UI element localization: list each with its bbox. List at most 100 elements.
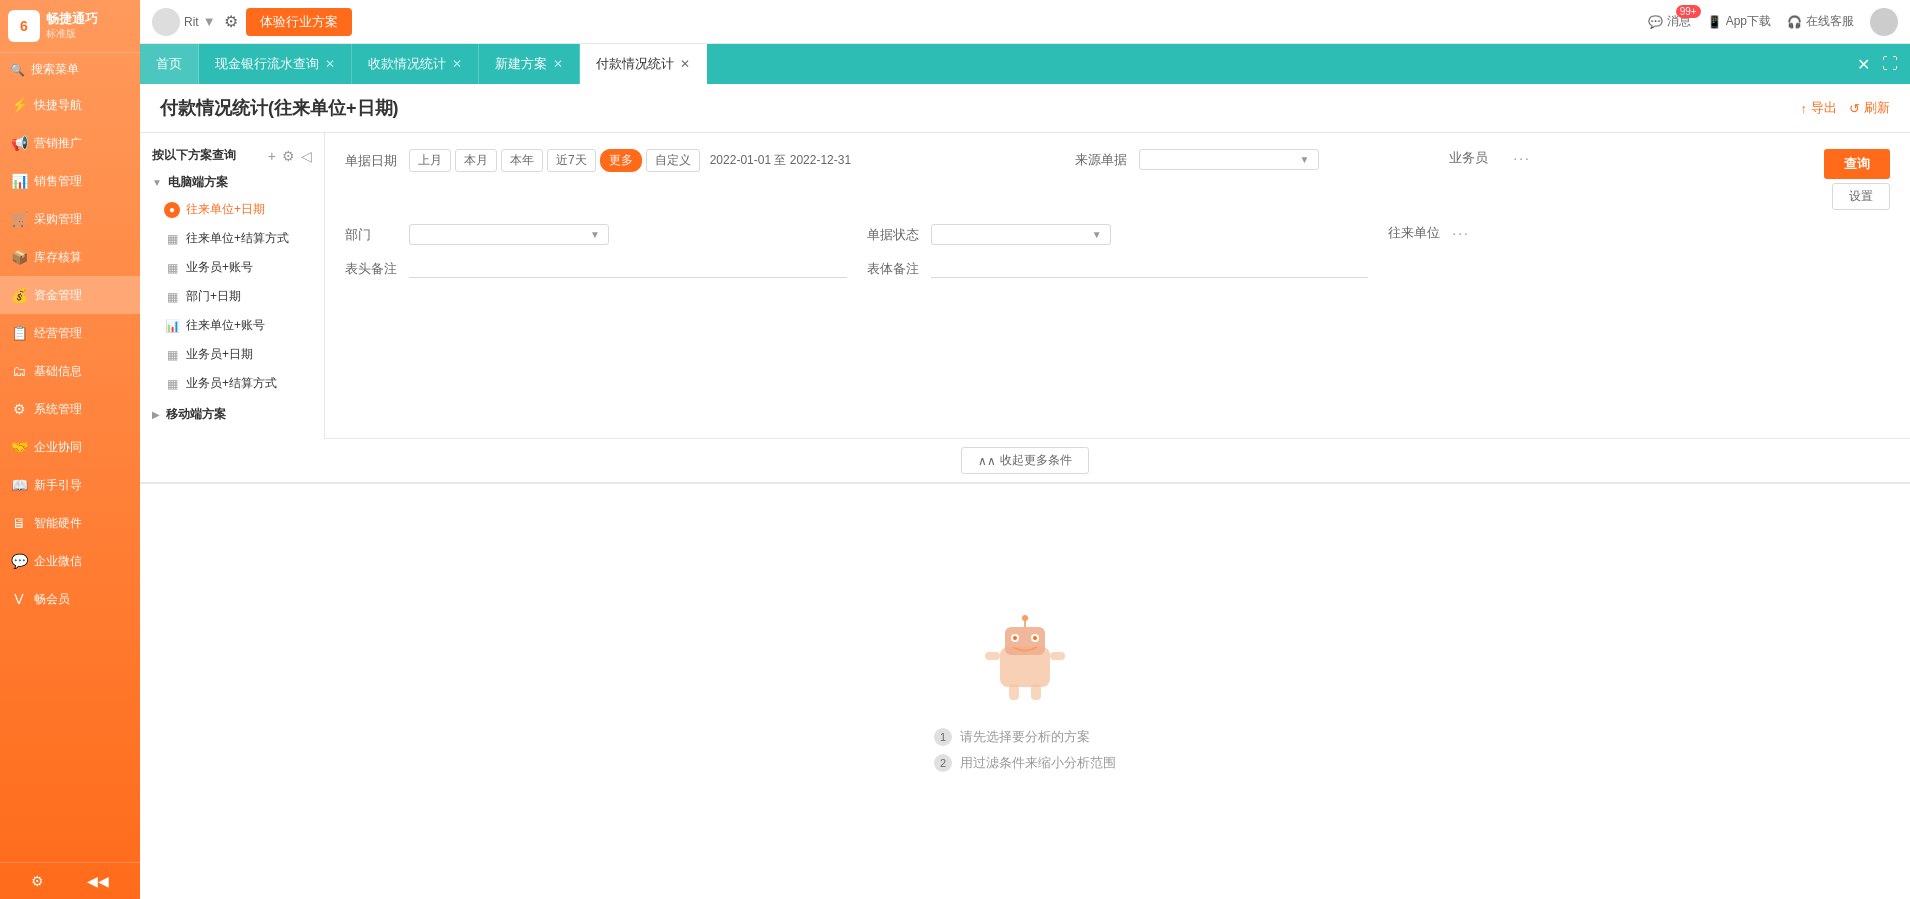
scheme-grid-icon: ▦ xyxy=(164,289,180,305)
topbar-right: 💬 消息 99+ 📱 App下载 🎧 在线客服 xyxy=(1648,8,1898,36)
tab-new-scheme[interactable]: 新建方案 ✕ xyxy=(479,44,580,84)
body-remark-input[interactable] xyxy=(931,259,1369,278)
sidebar-item-marketing[interactable]: 📢 营销推广 xyxy=(0,124,140,162)
scheme-item-1[interactable]: ▦ 往来单位+结算方式 xyxy=(140,224,324,253)
export-btn[interactable]: ↑ 导出 xyxy=(1801,99,1838,117)
scheme-group-pc-header[interactable]: ▼ 电脑端方案 xyxy=(140,170,324,195)
scheme-item-5[interactable]: ▦ 业务员+日期 xyxy=(140,340,324,369)
docstatus-label: 单据状态 xyxy=(867,226,923,244)
date-range: 2022-01-01 至 2022-12-31 xyxy=(710,152,851,169)
sidebar: 6 畅捷通巧 标准版 🔍 搜索菜单 ⚡ 快捷导航 📢 营销推广 📊 销售管理 xyxy=(0,0,140,899)
scheme-grid-icon: ▦ xyxy=(164,260,180,276)
collapse-conditions-btn[interactable]: ∧∧ 收起更多条件 xyxy=(961,447,1089,474)
filter-row-1: 单据日期 上月 本月 本年 近7天 更多 自定义 xyxy=(345,149,1890,210)
scheme-group-mobile-header[interactable]: ▶ 移动端方案 xyxy=(140,402,324,427)
system-icon: ⚙ xyxy=(10,400,28,418)
scheme-collapse-btn[interactable]: ◁ xyxy=(301,148,312,164)
sidebar-item-inventory[interactable]: 📦 库存核算 xyxy=(0,238,140,276)
refresh-btn[interactable]: ↺ 刷新 xyxy=(1849,99,1890,117)
empty-state: 1 请先选择要分析的方案 2 用过滤条件来缩小分析范围 xyxy=(140,484,1910,899)
page-title: 付款情况统计(往来单位+日期) xyxy=(160,96,399,120)
sidebar-item-sales[interactable]: 📊 销售管理 xyxy=(0,162,140,200)
svg-rect-8 xyxy=(1009,684,1019,700)
docstatus-select[interactable]: ▼ xyxy=(931,224,1111,245)
guide-icon: 📖 xyxy=(10,476,28,494)
sidebar-item-hardware[interactable]: 🖥 智能硬件 xyxy=(0,504,140,542)
body-remark-label: 表体备注 xyxy=(867,260,923,278)
date-btn-more[interactable]: 更多 xyxy=(600,149,642,172)
partner-more-icon[interactable]: ··· xyxy=(1452,225,1470,241)
dept-select[interactable]: ▼ xyxy=(409,224,609,245)
sidebar-item-purchase[interactable]: 🛒 采购管理 xyxy=(0,200,140,238)
export-icon: ↑ xyxy=(1801,101,1808,116)
message-icon: 💬 xyxy=(1648,15,1663,29)
operation-icon: 📋 xyxy=(10,324,28,342)
tab-home[interactable]: 首页 xyxy=(140,44,199,84)
filter-group: 按以下方案查询 + ⚙ ◁ ▼ 电脑端方案 xyxy=(140,133,1910,484)
sidebar-item-member[interactable]: V 畅会员 xyxy=(0,580,140,618)
sidebar-item-shortcuts[interactable]: ⚡ 快捷导航 xyxy=(0,86,140,124)
scheme-item-6[interactable]: ▦ 业务员+结算方式 xyxy=(140,369,324,398)
service-icon: 🎧 xyxy=(1787,15,1802,29)
scheme-item-3[interactable]: ▦ 部门+日期 xyxy=(140,282,324,311)
tab-close-bank[interactable]: ✕ xyxy=(325,57,335,71)
date-btn-7days[interactable]: 近7天 xyxy=(547,149,596,172)
scheme-group-mobile: ▶ 移动端方案 xyxy=(140,402,324,427)
sidebar-collapse-btn[interactable]: ◀◀ xyxy=(87,873,109,889)
dropdown-arrow-icon[interactable]: ▼ xyxy=(203,14,216,29)
tab-close-new-scheme[interactable]: ✕ xyxy=(553,57,563,71)
online-service-btn[interactable]: 🎧 在线客服 xyxy=(1787,13,1854,30)
sidebar-item-finance[interactable]: 💰 资金管理 xyxy=(0,276,140,314)
date-btn-custom[interactable]: 自定义 xyxy=(646,149,700,172)
svg-point-5 xyxy=(1033,636,1037,640)
app-download-btn[interactable]: 📱 App下载 xyxy=(1707,13,1771,30)
sidebar-item-guide[interactable]: 📖 新手引导 xyxy=(0,466,140,504)
tab-close-payment[interactable]: ✕ xyxy=(680,57,690,71)
sidebar-item-operation[interactable]: 📋 经营管理 xyxy=(0,314,140,352)
header-remark-input[interactable] xyxy=(409,259,847,278)
source-select[interactable]: ▼ xyxy=(1139,149,1319,170)
add-scheme-btn[interactable]: + xyxy=(268,148,276,164)
sidebar-item-system[interactable]: ⚙ 系统管理 xyxy=(0,390,140,428)
sidebar-settings-btn[interactable]: ⚙ xyxy=(31,873,44,889)
message-btn[interactable]: 💬 消息 99+ xyxy=(1648,13,1691,30)
tab-bank[interactable]: 现金银行流水查询 ✕ xyxy=(199,44,352,84)
date-shortcuts: 上月 本月 本年 近7天 更多 自定义 xyxy=(409,149,700,172)
expand-btn[interactable]: ⛶ xyxy=(1878,55,1902,73)
filter-row-3: 表头备注 表体备注 xyxy=(345,259,1890,278)
tab-payment[interactable]: 付款情况统计 ✕ xyxy=(580,44,707,84)
settings-btn[interactable]: 设置 xyxy=(1832,183,1890,210)
scheme-grid-icon: ▦ xyxy=(164,347,180,363)
close-all-tabs-btn[interactable]: ✕ xyxy=(1853,55,1874,74)
scheme-item-0[interactable]: ● 往来单位+日期 xyxy=(140,195,324,224)
tab-close-receipts[interactable]: ✕ xyxy=(452,57,462,71)
date-btn-thisyear[interactable]: 本年 xyxy=(501,149,543,172)
group-arrow-icon: ▶ xyxy=(152,409,160,420)
scheme-item-4[interactable]: 📊 往来单位+账号 xyxy=(140,311,324,340)
sidebar-item-wechat[interactable]: 💬 企业微信 xyxy=(0,542,140,580)
date-btn-thismonth[interactable]: 本月 xyxy=(455,149,497,172)
sidebar-item-basic[interactable]: 🗂 基础信息 xyxy=(0,352,140,390)
salesperson-more-icon[interactable]: ··· xyxy=(1513,150,1531,166)
search-menu[interactable]: 🔍 搜索菜单 xyxy=(0,53,140,86)
sidebar-item-cooperation[interactable]: 🤝 企业协同 xyxy=(0,428,140,466)
filter-row-2: 部门 ▼ 单据状态 ▼ xyxy=(345,224,1890,245)
logo-icon: 6 xyxy=(8,10,40,42)
topbar-left: Rit ▼ ⚙ 体验行业方案 xyxy=(152,8,352,36)
logo-text: 畅捷通巧 标准版 xyxy=(46,11,98,41)
date-btn-lastmonth[interactable]: 上月 xyxy=(409,149,451,172)
member-icon: V xyxy=(10,590,28,608)
svg-rect-7 xyxy=(1050,652,1065,660)
svg-point-11 xyxy=(1022,615,1028,621)
scheme-settings-btn[interactable]: ⚙ xyxy=(282,148,295,164)
query-btn[interactable]: 查询 xyxy=(1824,149,1890,179)
user-area: Rit ▼ xyxy=(152,8,216,36)
trial-btn[interactable]: 体验行业方案 xyxy=(246,8,352,36)
salesperson-label: 业务员 xyxy=(1449,149,1505,167)
group-arrow-icon: ▼ xyxy=(152,177,162,188)
basic-icon: 🗂 xyxy=(10,362,28,380)
tab-receipts[interactable]: 收款情况统计 ✕ xyxy=(352,44,479,84)
topbar-settings-icon[interactable]: ⚙ xyxy=(224,12,238,31)
header-remark-label: 表头备注 xyxy=(345,260,401,278)
scheme-item-2[interactable]: ▦ 业务员+账号 xyxy=(140,253,324,282)
